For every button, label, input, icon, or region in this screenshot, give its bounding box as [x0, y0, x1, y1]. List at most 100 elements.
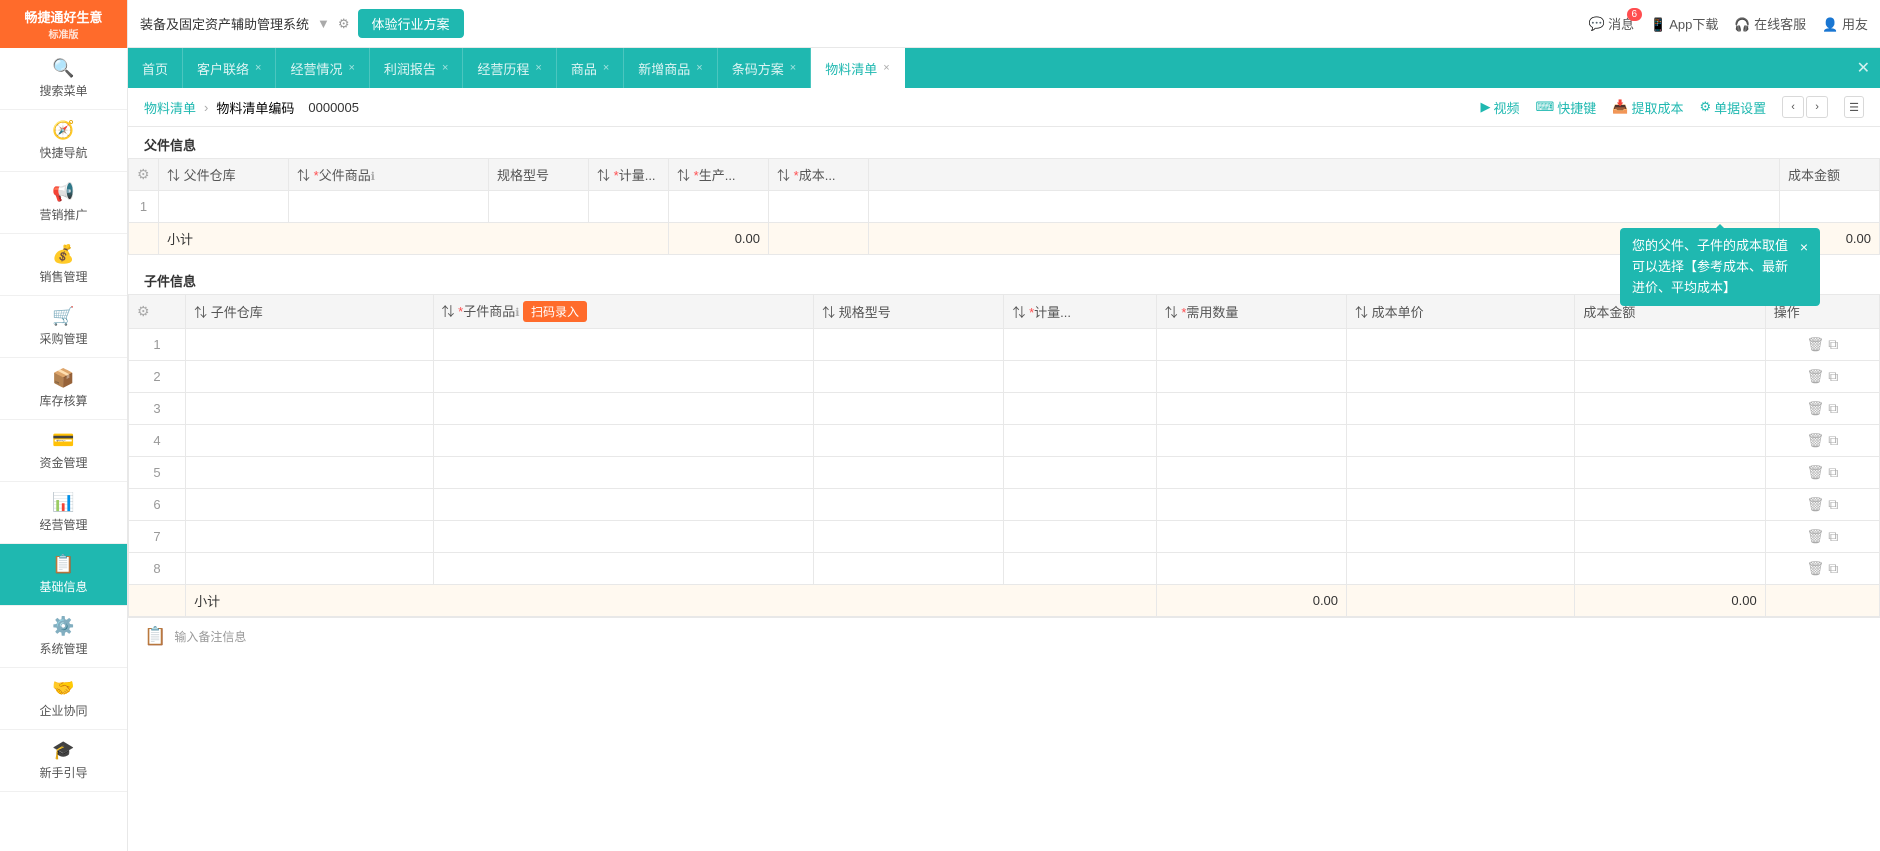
sidebar-item-inventory[interactable]: 📦 库存核算 — [0, 358, 127, 420]
tab-history[interactable]: 经营历程 × — [463, 48, 556, 88]
tab-bom-close[interactable]: × — [883, 62, 889, 74]
child-row-4-product[interactable] — [433, 425, 814, 457]
online-service[interactable]: 🎧 在线客服 — [1734, 14, 1806, 33]
child-row-3-qty[interactable] — [1156, 393, 1346, 425]
tab-goods[interactable]: 商品 × — [557, 48, 624, 88]
user-area[interactable]: 👤 用友 — [1822, 14, 1868, 33]
child-row-3-unitcost[interactable] — [1347, 393, 1575, 425]
child-row-2-qty[interactable] — [1156, 361, 1346, 393]
child-row-5-warehouse[interactable] — [186, 457, 433, 489]
tooltip-close-icon[interactable]: × — [1800, 236, 1808, 258]
sidebar-item-basicinfo[interactable]: 📋 基础信息 — [0, 544, 127, 606]
child-row-5-product[interactable] — [433, 457, 814, 489]
delete-icon-2[interactable]: 🗑 — [1806, 368, 1824, 385]
delete-icon-3[interactable]: 🗑 — [1806, 400, 1824, 417]
child-row-7-unitcost[interactable] — [1347, 521, 1575, 553]
child-settings-icon[interactable]: ⚙ — [137, 303, 150, 319]
child-row-4-warehouse[interactable] — [186, 425, 433, 457]
trial-button[interactable]: 体验行业方案 — [358, 9, 464, 38]
child-row-1-unitcost[interactable] — [1347, 329, 1575, 361]
shortcut-action[interactable]: ⌨ 快捷键 — [1535, 98, 1596, 117]
tab-bom[interactable]: 物料清单 × — [811, 48, 904, 88]
note-placeholder[interactable]: 输入备注信息 — [174, 628, 246, 645]
gear-settings-icon[interactable]: ⚙ — [338, 16, 350, 32]
copy-icon-8[interactable]: ⧉ — [1828, 560, 1838, 577]
tab-profit[interactable]: 利润报告 × — [370, 48, 463, 88]
sidebar-item-purchase[interactable]: 🛒 采购管理 — [0, 296, 127, 358]
note-icon[interactable]: 📋 — [144, 626, 166, 647]
tab-barcode[interactable]: 条码方案 × — [718, 48, 811, 88]
parent-settings-icon[interactable]: ⚙ — [137, 166, 150, 182]
sidebar-item-enterprise[interactable]: 🤝 企业协同 — [0, 668, 127, 730]
message-badge[interactable]: 💬 消息 6 — [1589, 14, 1634, 33]
delete-icon-6[interactable]: 🗑 — [1806, 496, 1824, 513]
child-row-4-spec[interactable] — [814, 425, 1004, 457]
copy-icon-4[interactable]: ⧉ — [1828, 432, 1838, 449]
child-row-5-unit[interactable] — [1004, 457, 1156, 489]
tab-barcode-close[interactable]: × — [790, 62, 796, 74]
sidebar-item-search[interactable]: 🔍 搜索菜单 — [0, 48, 127, 110]
app-download[interactable]: 📱 App下载 — [1650, 14, 1718, 33]
sidebar-item-finance[interactable]: 💳 资金管理 — [0, 420, 127, 482]
child-row-3-spec[interactable] — [814, 393, 1004, 425]
child-row-6-product[interactable] — [433, 489, 814, 521]
child-row-6-qty[interactable] — [1156, 489, 1346, 521]
extract-cost-action[interactable]: 📥 提取成本 — [1612, 98, 1683, 117]
child-row-2-warehouse[interactable] — [186, 361, 433, 393]
child-row-2-spec[interactable] — [814, 361, 1004, 393]
child-row-3-unit[interactable] — [1004, 393, 1156, 425]
child-row-7-product[interactable] — [433, 521, 814, 553]
child-row-4-unit[interactable] — [1004, 425, 1156, 457]
child-row-6-unitcost[interactable] — [1347, 489, 1575, 521]
child-row-2-unit[interactable] — [1004, 361, 1156, 393]
child-row-4-unitcost[interactable] — [1347, 425, 1575, 457]
child-row-8-spec[interactable] — [814, 553, 1004, 585]
child-row-8-product[interactable] — [433, 553, 814, 585]
child-row-3-product[interactable] — [433, 393, 814, 425]
parent-row-1-spec[interactable] — [489, 191, 589, 223]
sidebar-item-newguide[interactable]: 🎓 新手引导 — [0, 730, 127, 792]
parent-row-1-product[interactable] — [289, 191, 489, 223]
child-row-1-product[interactable] — [433, 329, 814, 361]
copy-icon-2[interactable]: ⧉ — [1828, 368, 1838, 385]
view-video-action[interactable]: ▶ 视频 — [1480, 98, 1519, 117]
tab-operations-close[interactable]: × — [348, 62, 354, 74]
tab-operations[interactable]: 经营情况 × — [276, 48, 369, 88]
child-row-3-warehouse[interactable] — [186, 393, 433, 425]
copy-icon-1[interactable]: ⧉ — [1828, 336, 1838, 353]
delete-icon-4[interactable]: 🗑 — [1806, 432, 1824, 449]
child-row-1-unit[interactable] — [1004, 329, 1156, 361]
child-row-8-unitcost[interactable] — [1347, 553, 1575, 585]
child-row-2-product[interactable] — [433, 361, 814, 393]
child-row-6-warehouse[interactable] — [186, 489, 433, 521]
tab-profit-close[interactable]: × — [442, 62, 448, 74]
sidebar-item-system[interactable]: ⚙️ 系统管理 — [0, 606, 127, 668]
child-row-1-spec[interactable] — [814, 329, 1004, 361]
child-row-5-qty[interactable] — [1156, 457, 1346, 489]
parent-row-1-unit[interactable] — [589, 191, 669, 223]
sidebar-item-sales[interactable]: 💰 销售管理 — [0, 234, 127, 296]
delete-icon-1[interactable]: 🗑 — [1806, 336, 1824, 353]
prev-arrow[interactable]: ‹ — [1782, 96, 1804, 118]
child-row-4-qty[interactable] — [1156, 425, 1346, 457]
copy-icon-6[interactable]: ⧉ — [1828, 496, 1838, 513]
child-row-7-warehouse[interactable] — [186, 521, 433, 553]
child-row-8-warehouse[interactable] — [186, 553, 433, 585]
child-row-7-unit[interactable] — [1004, 521, 1156, 553]
sidebar-item-quicknav[interactable]: 🧭 快捷导航 — [0, 110, 127, 172]
tab-goods-close[interactable]: × — [603, 62, 609, 74]
sidebar-item-marketing[interactable]: 📢 营销推广 — [0, 172, 127, 234]
delete-icon-7[interactable]: 🗑 — [1806, 528, 1824, 545]
sidebar-item-operations[interactable]: 📊 经营管理 — [0, 482, 127, 544]
single-settings-action[interactable]: ⚙ 单据设置 — [1699, 98, 1766, 117]
child-row-2-unitcost[interactable] — [1347, 361, 1575, 393]
child-row-8-unit[interactable] — [1004, 553, 1156, 585]
child-row-5-unitcost[interactable] — [1347, 457, 1575, 489]
child-row-8-qty[interactable] — [1156, 553, 1346, 585]
delete-icon-5[interactable]: 🗑 — [1806, 464, 1824, 481]
child-row-1-warehouse[interactable] — [186, 329, 433, 361]
scan-input-button[interactable]: 扫码录入 — [523, 301, 587, 322]
child-row-5-spec[interactable] — [814, 457, 1004, 489]
child-row-6-unit[interactable] — [1004, 489, 1156, 521]
tab-customer-close[interactable]: × — [255, 62, 261, 74]
